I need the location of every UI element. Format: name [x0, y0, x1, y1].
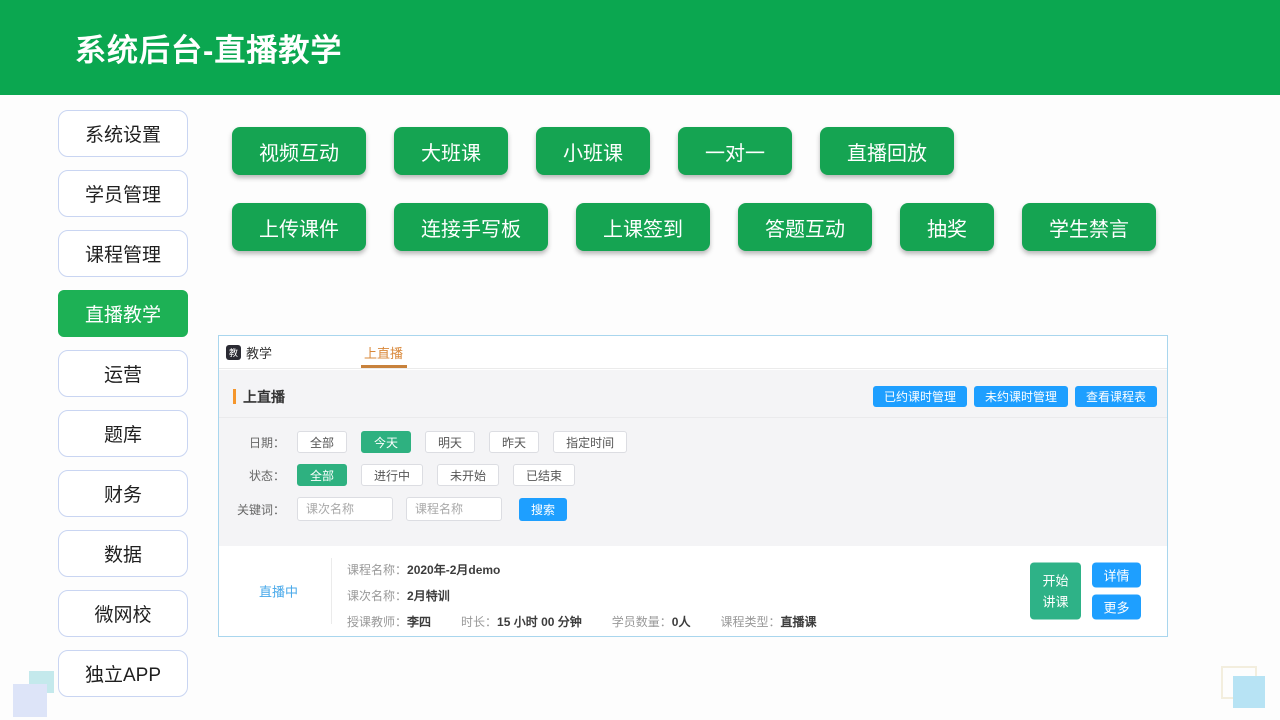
- feature-row-1: 视频互动 大班课 小班课 一对一 直播回放: [232, 127, 954, 175]
- sidebar-item-data[interactable]: 数据: [58, 530, 188, 577]
- sidebar-item-system-settings[interactable]: 系统设置: [58, 110, 188, 157]
- panel-tabbar: 教 教学 上直播: [219, 336, 1167, 369]
- panel-brand-label: 教学: [246, 343, 272, 362]
- course-name-label: 课程名称：: [347, 561, 407, 578]
- feature-quiz-interaction-button[interactable]: 答题互动: [738, 203, 872, 251]
- panel-filter-section: 上直播 已约课时管理 未约课时管理 查看课程表 日期： 全部 今天 明天 昨天 …: [219, 370, 1167, 546]
- status-chip-not-started[interactable]: 未开始: [437, 464, 499, 486]
- duration-value: 15 小时 00 分钟: [497, 613, 582, 630]
- date-chip-tomorrow[interactable]: 明天: [425, 431, 475, 453]
- status-filter-row: 状态： 全部 进行中 未开始 已结束: [233, 464, 1167, 486]
- feature-mute-students-button[interactable]: 学生禁言: [1022, 203, 1156, 251]
- sidebar-item-standalone-app[interactable]: 独立APP: [58, 650, 188, 697]
- lesson-name-input[interactable]: [297, 497, 393, 521]
- section-title-text: 上直播: [243, 387, 285, 407]
- live-admin-panel: 教 教学 上直播 上直播 已约课时管理 未约课时管理 查看课程表 日期： 全部 …: [218, 335, 1168, 637]
- lesson-actions: 开始讲课 详情 更多: [1030, 563, 1141, 620]
- section-actions: 已约课时管理 未约课时管理 查看课程表: [873, 386, 1157, 407]
- feature-lottery-button[interactable]: 抽奖: [900, 203, 994, 251]
- live-status-badge: 直播中: [259, 582, 298, 601]
- teacher-label: 授课教师：: [347, 613, 407, 630]
- students-label: 学员数量：: [612, 613, 672, 630]
- feature-class-signin-button[interactable]: 上课签到: [576, 203, 710, 251]
- section-header: 上直播 已约课时管理 未约课时管理 查看课程表: [219, 370, 1167, 418]
- lesson-name-label: 课次名称：: [347, 587, 407, 604]
- decor-square-lavender: [13, 684, 47, 717]
- feature-live-replay-button[interactable]: 直播回放: [820, 127, 954, 175]
- course-type-label: 课程类型：: [720, 613, 780, 630]
- students-value: 0人: [672, 613, 691, 630]
- status-filter-label: 状态：: [233, 467, 285, 484]
- keyword-filter-row: 关键词： 搜索: [233, 497, 1167, 521]
- filters: 日期： 全部 今天 明天 昨天 指定时间 状态： 全部 进行中 未开始 已结束 …: [219, 418, 1167, 521]
- decor-square-blue: [1233, 676, 1265, 708]
- date-chip-custom[interactable]: 指定时间: [553, 431, 627, 453]
- sidebar-item-course-management[interactable]: 课程管理: [58, 230, 188, 277]
- teaching-logo-icon: 教: [226, 345, 241, 360]
- tab-go-live-label: 上直播: [364, 343, 403, 362]
- sidebar-item-operations[interactable]: 运营: [58, 350, 188, 397]
- feature-small-class-button[interactable]: 小班课: [536, 127, 650, 175]
- search-button[interactable]: 搜索: [519, 498, 567, 521]
- date-filter-row: 日期： 全部 今天 明天 昨天 指定时间: [233, 431, 1167, 453]
- details-button[interactable]: 详情: [1092, 563, 1141, 588]
- sidebar: 系统设置 学员管理 课程管理 直播教学 运营 题库 财务 数据 微网校 独立AP…: [58, 110, 188, 697]
- lesson-list: 直播中 课程名称： 2020年-2月demo 课次名称： 2月特训 授课教师： …: [219, 546, 1167, 636]
- sidebar-item-question-bank[interactable]: 题库: [58, 410, 188, 457]
- sidebar-item-finance[interactable]: 财务: [58, 470, 188, 517]
- row-divider: [331, 558, 332, 624]
- course-name-line: 课程名称： 2020年-2月demo: [347, 561, 816, 578]
- view-schedule-button[interactable]: 查看课程表: [1075, 386, 1157, 407]
- course-name-input[interactable]: [406, 497, 502, 521]
- secondary-actions: 详情 更多: [1092, 563, 1141, 620]
- page-title: 系统后台-直播教学: [75, 25, 342, 70]
- sidebar-item-live-teaching[interactable]: 直播教学: [58, 290, 188, 337]
- feature-upload-courseware-button[interactable]: 上传课件: [232, 203, 366, 251]
- sidebar-item-micro-school[interactable]: 微网校: [58, 590, 188, 637]
- feature-large-class-button[interactable]: 大班课: [394, 127, 508, 175]
- date-chip-yesterday[interactable]: 昨天: [489, 431, 539, 453]
- feature-video-interaction-button[interactable]: 视频互动: [232, 127, 366, 175]
- course-type-value: 直播课: [780, 613, 816, 630]
- start-teaching-button[interactable]: 开始讲课: [1030, 563, 1081, 620]
- status-chip-ongoing[interactable]: 进行中: [361, 464, 423, 486]
- date-chip-today[interactable]: 今天: [361, 431, 411, 453]
- top-banner: 系统后台-直播教学: [0, 0, 1280, 95]
- panel-brand: 教 教学: [226, 343, 272, 362]
- duration-label: 时长：: [461, 613, 497, 630]
- more-button[interactable]: 更多: [1092, 595, 1141, 620]
- lesson-meta-line: 授课教师： 李四 时长： 15 小时 00 分钟 学员数量： 0人 课程类型： …: [347, 613, 816, 630]
- lesson-name-value: 2月特训: [407, 587, 450, 604]
- feature-one-on-one-button[interactable]: 一对一: [678, 127, 792, 175]
- course-name-value: 2020年-2月demo: [407, 561, 500, 578]
- status-chip-ended[interactable]: 已结束: [513, 464, 575, 486]
- tab-go-live[interactable]: 上直播: [362, 336, 405, 368]
- tab-active-underline: [361, 365, 407, 368]
- keyword-filter-label: 关键词：: [233, 501, 285, 518]
- feature-row-2: 上传课件 连接手写板 上课签到 答题互动 抽奖 学生禁言: [232, 203, 1156, 251]
- unbooked-lessons-button[interactable]: 未约课时管理: [974, 386, 1068, 407]
- lesson-name-line: 课次名称： 2月特训: [347, 587, 816, 604]
- section-title-bar: [233, 389, 236, 404]
- booked-lessons-button[interactable]: 已约课时管理: [873, 386, 967, 407]
- date-filter-label: 日期：: [233, 434, 285, 451]
- status-chip-all[interactable]: 全部: [297, 464, 347, 486]
- feature-handwriting-board-button[interactable]: 连接手写板: [394, 203, 548, 251]
- date-chip-all[interactable]: 全部: [297, 431, 347, 453]
- teacher-value: 李四: [407, 613, 431, 630]
- lesson-details: 课程名称： 2020年-2月demo 课次名称： 2月特训 授课教师： 李四 时…: [347, 561, 816, 630]
- sidebar-item-student-management[interactable]: 学员管理: [58, 170, 188, 217]
- section-title: 上直播: [233, 387, 285, 407]
